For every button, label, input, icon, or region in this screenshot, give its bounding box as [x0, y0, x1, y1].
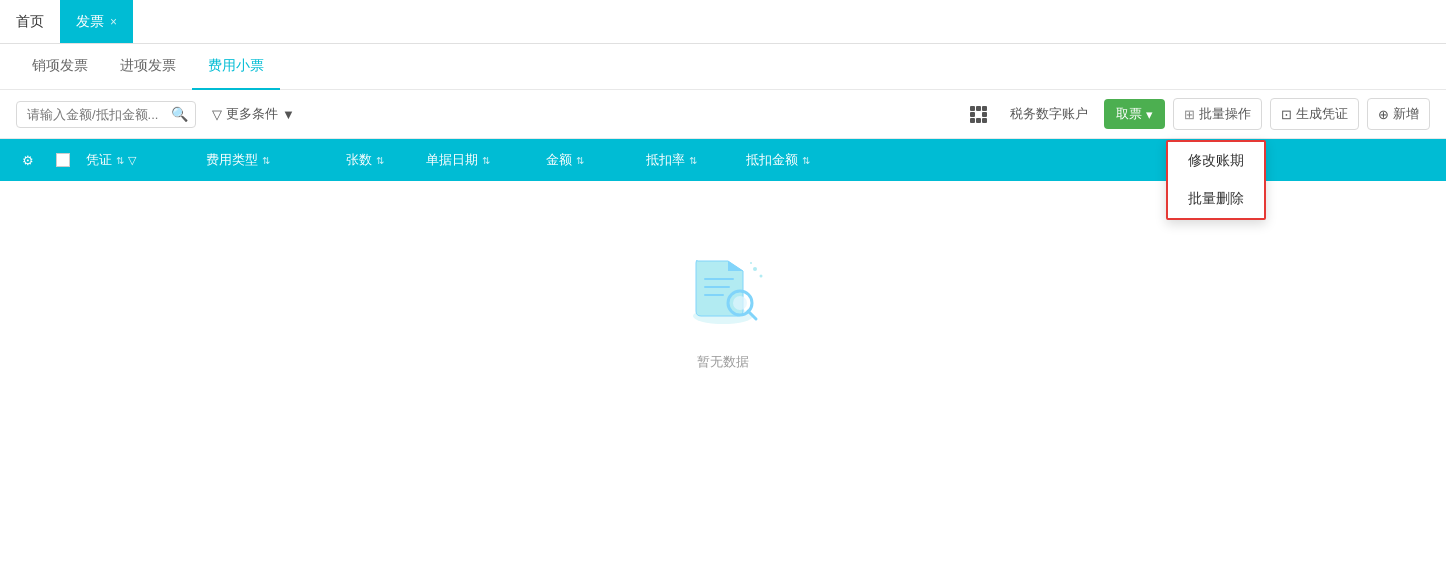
take-ticket-label: 取票 — [1116, 105, 1142, 123]
expense-type-sort-icon[interactable]: ⇅ — [262, 155, 270, 166]
new-icon: ⊕ — [1378, 107, 1389, 122]
invoice-tab[interactable]: 发票 × — [60, 0, 133, 43]
home-tab[interactable]: 首页 — [0, 0, 60, 43]
main-content: 销项发票 进项发票 费用小票 🔍 ▽ 更多条件 ▼ — [0, 44, 1446, 584]
svg-point-5 — [733, 296, 747, 310]
gear-icon: ⚙ — [22, 153, 34, 168]
empty-state-icon — [673, 241, 773, 341]
th-expense-type: 费用类型 ⇅ — [198, 151, 338, 169]
gen-voucher-label: 生成凭证 — [1296, 105, 1348, 123]
filter-arrow-icon: ▼ — [282, 107, 295, 122]
filter-button[interactable]: ▽ 更多条件 ▼ — [204, 100, 303, 128]
take-ticket-button[interactable]: 取票 ▾ — [1104, 99, 1165, 129]
sub-tabs: 销项发票 进项发票 费用小票 — [0, 44, 1446, 90]
th-deduct-rate: 抵扣率 ⇅ — [638, 151, 738, 169]
batch-op-label: 批量操作 — [1199, 105, 1251, 123]
th-voucher: 凭证 ⇅ ▽ — [78, 151, 198, 169]
toolbar-left: 🔍 ▽ 更多条件 ▼ — [16, 100, 954, 128]
gen-voucher-icon: ⊡ — [1281, 107, 1292, 122]
empty-text: 暂无数据 — [697, 353, 749, 371]
new-button[interactable]: ⊕ 新增 — [1367, 98, 1430, 130]
batch-op-dropdown: 修改账期 批量删除 — [1166, 140, 1266, 220]
voucher-sort-icon[interactable]: ⇅ — [116, 155, 124, 166]
dropdown-item-modify-period[interactable]: 修改账期 — [1168, 142, 1264, 180]
count-sort-icon[interactable]: ⇅ — [376, 155, 384, 166]
tab-sales[interactable]: 销项发票 — [16, 45, 104, 90]
deduct-amount-sort-icon[interactable]: ⇅ — [802, 155, 810, 166]
take-ticket-arrow-icon: ▾ — [1146, 107, 1153, 122]
invoice-tab-close[interactable]: × — [110, 15, 117, 29]
batch-operation-button[interactable]: ⊞ 批量操作 — [1173, 98, 1262, 130]
th-gear[interactable]: ⚙ — [8, 153, 48, 168]
header-checkbox[interactable] — [56, 153, 70, 167]
svg-point-9 — [750, 262, 752, 264]
toolbar: 🔍 ▽ 更多条件 ▼ 税务数字账户 — [0, 90, 1446, 139]
tax-account-label: 税务数字账户 — [1010, 106, 1088, 121]
tab-purchase[interactable]: 进项发票 — [104, 45, 192, 90]
search-icon[interactable]: 🔍 — [171, 106, 188, 122]
svg-point-7 — [753, 267, 757, 271]
th-date: 单据日期 ⇅ — [418, 151, 538, 169]
gen-voucher-button[interactable]: ⊡ 生成凭证 — [1270, 98, 1359, 130]
top-nav: 首页 发票 × — [0, 0, 1446, 44]
voucher-filter-icon[interactable]: ▽ — [128, 154, 136, 167]
qr-grid-icon — [970, 106, 987, 123]
search-wrap: 🔍 — [16, 101, 196, 128]
invoice-tab-label: 发票 — [76, 13, 104, 31]
svg-point-8 — [760, 275, 763, 278]
date-sort-icon[interactable]: ⇅ — [482, 155, 490, 166]
qr-scan-button[interactable] — [962, 98, 994, 130]
filter-label: 更多条件 — [226, 105, 278, 123]
search-input[interactable] — [16, 101, 196, 128]
th-count: 张数 ⇅ — [338, 151, 418, 169]
th-amount: 金额 ⇅ — [538, 151, 638, 169]
toolbar-right: 税务数字账户 取票 ▾ ⊞ 批量操作 ⊡ 生成凭证 ⊕ 新增 — [962, 98, 1430, 130]
deduct-rate-sort-icon[interactable]: ⇅ — [689, 155, 697, 166]
dropdown-item-batch-delete[interactable]: 批量删除 — [1168, 180, 1264, 218]
th-deduct-amount: 抵扣金额 ⇅ — [738, 151, 858, 169]
th-checkbox[interactable] — [48, 153, 78, 167]
tax-account-button[interactable]: 税务数字账户 — [1002, 100, 1096, 128]
tab-expense[interactable]: 费用小票 — [192, 45, 280, 90]
batch-op-icon: ⊞ — [1184, 107, 1195, 122]
amount-sort-icon[interactable]: ⇅ — [576, 155, 584, 166]
new-label: 新增 — [1393, 105, 1419, 123]
filter-icon: ▽ — [212, 107, 222, 122]
